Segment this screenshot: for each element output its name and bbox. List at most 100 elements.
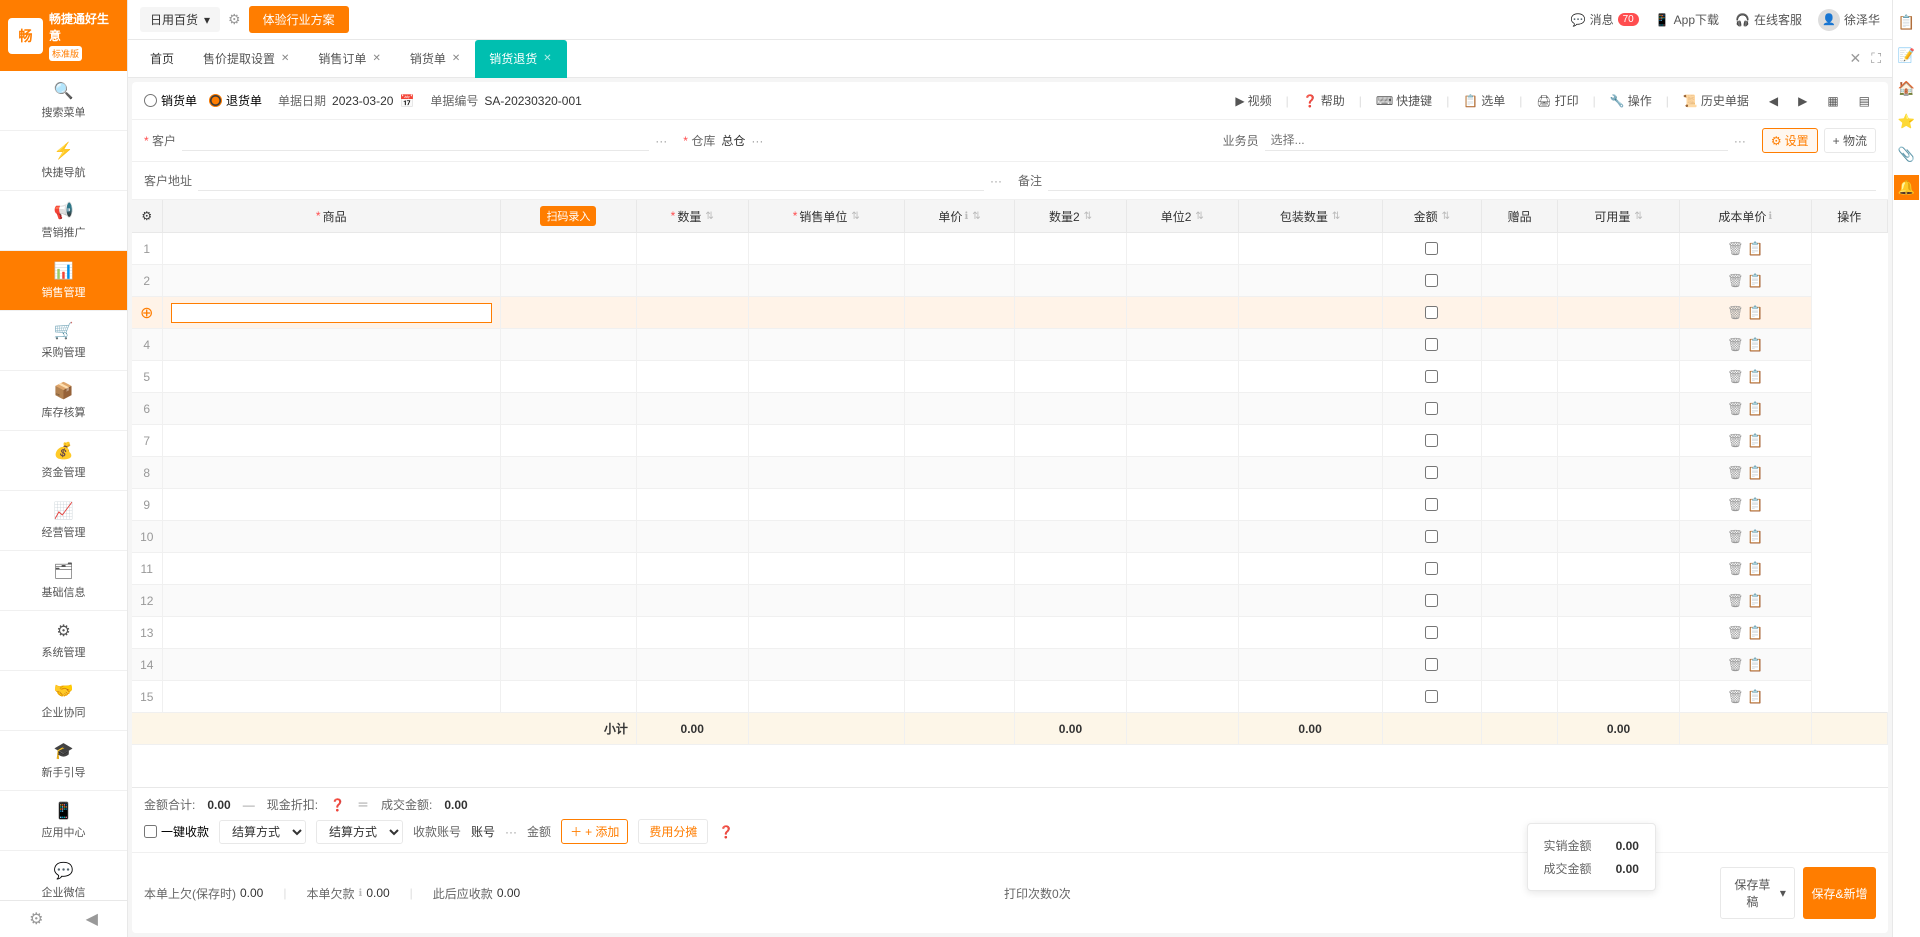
close-tab-icon[interactable]: ✕	[1846, 47, 1864, 70]
sidebar-item-wechat[interactable]: 💬 企业微信	[0, 851, 127, 900]
quantity2-cell[interactable]	[904, 489, 1014, 521]
select-btn[interactable]: 📋 选单	[1457, 90, 1511, 111]
amount-cell[interactable]	[1238, 233, 1382, 265]
table-row[interactable]: 5 🗑 📋	[132, 361, 1888, 393]
sidebar-item-enterprise[interactable]: 🤝 企业协同	[0, 671, 127, 731]
tab-home[interactable]: 首页	[136, 40, 189, 78]
copy-icon[interactable]: 📋	[1747, 529, 1763, 545]
quantity-cell[interactable]	[501, 649, 637, 681]
product-cell[interactable]	[162, 297, 501, 329]
cost-price-cell[interactable]	[1558, 425, 1680, 457]
sort-price-icon[interactable]: ⇅	[972, 211, 980, 222]
table-row[interactable]: 6 🗑 📋	[132, 393, 1888, 425]
quantity2-cell[interactable]	[904, 521, 1014, 553]
unit2-cell[interactable]	[1015, 521, 1127, 553]
copy-icon[interactable]: 📋	[1747, 241, 1763, 257]
quantity2-cell[interactable]	[904, 553, 1014, 585]
detail-view-icon[interactable]: ▤	[1853, 92, 1876, 110]
table-row[interactable]: ⊕ 🗑 📋	[132, 297, 1888, 329]
gift-checkbox[interactable]	[1425, 690, 1438, 703]
gift-cell[interactable]	[1382, 425, 1481, 457]
pack-qty-cell[interactable]	[1126, 585, 1238, 617]
quantity-cell[interactable]	[501, 297, 637, 329]
gift-checkbox[interactable]	[1425, 274, 1438, 287]
delete-icon[interactable]: 🗑	[1727, 625, 1744, 641]
address-input[interactable]	[198, 170, 984, 191]
online-service-button[interactable]: 🎧 在线客服	[1735, 11, 1802, 28]
cost-price-cell[interactable]	[1558, 457, 1680, 489]
staff-dots[interactable]: ···	[1734, 134, 1746, 148]
table-row[interactable]: 12 🗑 📋	[132, 585, 1888, 617]
gift-checkbox[interactable]	[1425, 498, 1438, 511]
unit2-cell[interactable]	[1015, 649, 1127, 681]
gift-cell[interactable]	[1382, 521, 1481, 553]
quantity2-cell[interactable]	[904, 457, 1014, 489]
right-sidebar-btn-2[interactable]: 📝	[1894, 43, 1919, 68]
available-cell[interactable]	[1481, 457, 1557, 489]
unit-price-cell[interactable]	[748, 425, 904, 457]
copy-icon[interactable]: 📋	[1747, 689, 1763, 705]
unit2-cell[interactable]	[1015, 329, 1127, 361]
cost-price-cell[interactable]	[1558, 649, 1680, 681]
pack-qty-cell[interactable]	[1126, 425, 1238, 457]
available-cell[interactable]	[1481, 681, 1557, 713]
table-row[interactable]: 4 🗑 📋	[132, 329, 1888, 361]
unit-price-cell[interactable]	[748, 585, 904, 617]
table-row[interactable]: 14 🗑 📋	[132, 649, 1888, 681]
sidebar-item-marketing[interactable]: 📢 营销推广	[0, 191, 127, 251]
sidebar-item-newbie[interactable]: 🎓 新手引导	[0, 731, 127, 791]
quantity2-cell[interactable]	[904, 681, 1014, 713]
account-dots[interactable]: ···	[505, 825, 517, 839]
quantity-cell[interactable]	[501, 425, 637, 457]
sidebar-item-system[interactable]: ⚙ 系统管理	[0, 611, 127, 671]
sales-unit-cell[interactable]	[636, 521, 748, 553]
pack-qty-cell[interactable]	[1126, 553, 1238, 585]
copy-icon[interactable]: 📋	[1747, 465, 1763, 481]
table-row[interactable]: 15 🗑 📋	[132, 681, 1888, 713]
radio-delivery[interactable]: 销货单	[144, 92, 197, 109]
copy-icon[interactable]: 📋	[1747, 433, 1763, 449]
gift-cell[interactable]	[1382, 617, 1481, 649]
quantity2-cell[interactable]	[904, 361, 1014, 393]
address-dots[interactable]: ···	[990, 174, 1002, 188]
available-cell[interactable]	[1481, 393, 1557, 425]
table-row[interactable]: 2 🗑 📋	[132, 265, 1888, 297]
gift-checkbox[interactable]	[1425, 434, 1438, 447]
collapse-icon[interactable]: ◀	[86, 909, 98, 929]
message-button[interactable]: 💬 消息 70	[1571, 11, 1639, 28]
operate-btn[interactable]: 🔧 操作	[1604, 90, 1658, 111]
sales-unit-cell[interactable]	[636, 425, 748, 457]
pack-qty-cell[interactable]	[1126, 233, 1238, 265]
product-input[interactable]	[171, 303, 493, 323]
gift-cell[interactable]	[1382, 329, 1481, 361]
cost-price-cell[interactable]	[1558, 233, 1680, 265]
radio-return[interactable]: 退货单	[209, 92, 262, 109]
gift-checkbox[interactable]	[1425, 338, 1438, 351]
quantity-cell[interactable]	[501, 617, 637, 649]
available-cell[interactable]	[1481, 585, 1557, 617]
sales-unit-cell[interactable]	[636, 329, 748, 361]
quantity2-cell[interactable]	[904, 297, 1014, 329]
product-cell[interactable]	[162, 553, 501, 585]
unit-price-cell[interactable]	[748, 617, 904, 649]
product-cell[interactable]	[162, 585, 501, 617]
available-cell[interactable]	[1481, 329, 1557, 361]
table-row[interactable]: 7 🗑 📋	[132, 425, 1888, 457]
unit-price-cell[interactable]	[748, 553, 904, 585]
gift-checkbox[interactable]	[1425, 658, 1438, 671]
warehouse-dots[interactable]: ···	[751, 134, 763, 148]
cost-price-cell[interactable]	[1558, 553, 1680, 585]
amount-cell[interactable]	[1238, 649, 1382, 681]
quantity-cell[interactable]	[501, 521, 637, 553]
pack-qty-cell[interactable]	[1126, 489, 1238, 521]
unit2-cell[interactable]	[1015, 361, 1127, 393]
pack-qty-cell[interactable]	[1126, 681, 1238, 713]
quantity-cell[interactable]	[501, 329, 637, 361]
copy-icon[interactable]: 📋	[1747, 593, 1763, 609]
cost-price-cell[interactable]	[1558, 489, 1680, 521]
amount-cell[interactable]	[1238, 617, 1382, 649]
sidebar-item-basic[interactable]: 🗂 基础信息	[0, 551, 127, 611]
product-cell[interactable]	[162, 681, 501, 713]
print-btn[interactable]: 🖨 打印	[1530, 90, 1584, 111]
sales-unit-cell[interactable]	[636, 297, 748, 329]
